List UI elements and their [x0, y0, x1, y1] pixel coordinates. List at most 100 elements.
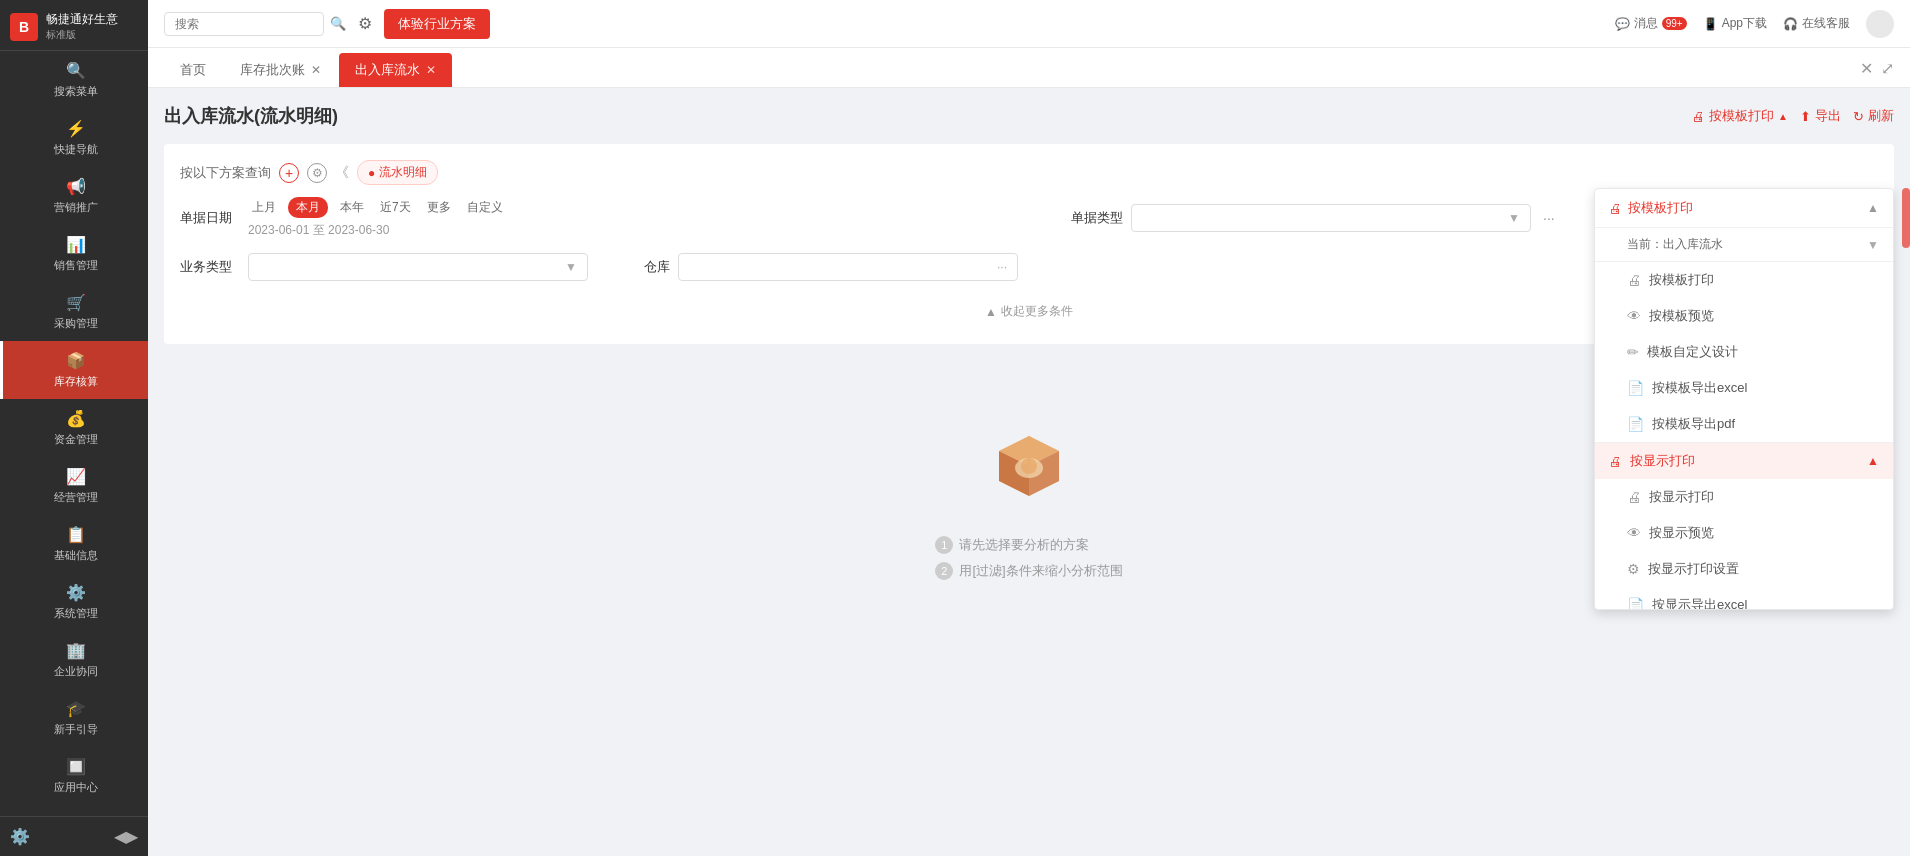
collapse-sidebar-icon[interactable]: ◀▶	[114, 827, 138, 846]
dropdown-item-template-pdf[interactable]: 📄 按模板导出pdf	[1595, 406, 1893, 442]
dropdown-item-template-preview[interactable]: 👁 按模板预览	[1595, 298, 1893, 334]
filter-collapse-icon[interactable]: 《	[335, 164, 349, 182]
sidebar-icon-finance: 💰	[66, 409, 86, 428]
template-preview-icon: 👁	[1627, 308, 1641, 324]
search-input[interactable]	[164, 12, 324, 36]
sidebar-item-search[interactable]: 🔍 搜索菜单	[0, 51, 148, 109]
sidebar-item-finance[interactable]: 💰 资金管理	[0, 399, 148, 457]
export-button[interactable]: ⬆ 导出	[1800, 107, 1841, 125]
display-print-settings-icon: ⚙	[1627, 561, 1640, 577]
sidebar-icon-operations: 📈	[66, 467, 86, 486]
app-brand: 畅捷通好生意 标准版	[46, 12, 118, 42]
user-avatar[interactable]	[1866, 10, 1894, 38]
filter-settings-circle-button[interactable]: ⚙	[307, 163, 327, 183]
tab-home-label: 首页	[180, 61, 206, 79]
tab-close-all-icon[interactable]: ✕	[1860, 58, 1873, 77]
dropdown-title-label: 按模板打印	[1628, 199, 1693, 217]
warehouse-select[interactable]: ···	[678, 253, 1018, 281]
dropdown-scroll: 🖨 按模板打印 ▲ 当前：出入库流水 ▼ 🖨 按模板打印	[1595, 189, 1893, 609]
date-filter-label: 单据日期	[180, 209, 232, 227]
filter-add-button[interactable]: +	[279, 163, 299, 183]
voucher-type-select[interactable]: ▼	[1131, 204, 1531, 232]
date-tab-7days[interactable]: 近7天	[376, 197, 415, 218]
tab-batch-account-close[interactable]: ✕	[311, 63, 321, 77]
sidebar-item-purchase[interactable]: 🛒 采购管理	[0, 283, 148, 341]
topbar: 🔍 ⚙ 体验行业方案 💬 消息 99+ 📱 App下载 🎧 在线客服	[148, 0, 1910, 48]
dropdown-item-display-excel[interactable]: 📄 按显示导出excel	[1595, 587, 1893, 609]
template-excel-label: 按模板导出excel	[1652, 379, 1747, 397]
condition-tag-label: 流水明细	[379, 164, 427, 181]
tab-maximize-icon[interactable]: ⤢	[1881, 58, 1894, 77]
sidebar-icon-apps: 🔲	[66, 757, 86, 776]
business-type-select[interactable]: ▼	[248, 253, 588, 281]
app-download-action[interactable]: 📱 App下载	[1703, 15, 1767, 32]
sidebar-item-wechat[interactable]: 💬 企业微信	[0, 805, 148, 816]
online-service-action[interactable]: 🎧 在线客服	[1783, 15, 1850, 32]
sidebar-item-basic[interactable]: 📋 基础信息	[0, 515, 148, 573]
sidebar-item-shortcut[interactable]: ⚡ 快捷导航	[0, 109, 148, 167]
dropdown-header-arrow[interactable]: ▲	[1867, 201, 1879, 215]
dropdown-item-template-print[interactable]: 🖨 按模板打印	[1595, 262, 1893, 298]
template-preview-label: 按模板预览	[1649, 307, 1714, 325]
business-type-arrow: ▼	[565, 260, 577, 274]
filter-query-label: 按以下方案查询	[180, 164, 271, 182]
sidebar-item-operations[interactable]: 📈 经营管理	[0, 457, 148, 515]
date-tab-more[interactable]: 更多	[423, 197, 455, 218]
print-dropdown-panel: 🖨 按模板打印 ▲ 当前：出入库流水 ▼ 🖨 按模板打印	[1594, 188, 1894, 610]
print-icon: 🖨	[1692, 109, 1705, 124]
sidebar-label-sales: 销售管理	[54, 258, 98, 273]
empty-step-1: 1 请先选择要分析的方案	[935, 532, 1122, 558]
sidebar-label-guide: 新手引导	[54, 722, 98, 737]
sidebar-item-system[interactable]: ⚙️ 系统管理	[0, 573, 148, 631]
sidebar-item-guide[interactable]: 🎓 新手引导	[0, 689, 148, 747]
step-2-label: 用[过滤]条件来缩小分析范围	[959, 558, 1122, 584]
brand-version: 标准版	[46, 28, 118, 42]
dropdown-item-template-excel[interactable]: 📄 按模板导出excel	[1595, 370, 1893, 406]
message-action[interactable]: 💬 消息 99+	[1615, 15, 1687, 32]
dropdown-item-template-custom[interactable]: ✏ 模板自定义设计	[1595, 334, 1893, 370]
topbar-gear-icon[interactable]: ⚙	[358, 14, 372, 33]
dropdown-current-item[interactable]: 当前：出入库流水 ▼	[1595, 228, 1893, 262]
app-download-icon: 📱	[1703, 17, 1718, 31]
condition-tag-icon: ●	[368, 166, 375, 180]
section-label-text: 按显示打印	[1630, 452, 1695, 470]
sidebar-item-inventory[interactable]: 📦 库存核算	[0, 341, 148, 399]
sidebar-label-apps: 应用中心	[54, 780, 98, 795]
print-button[interactable]: 🖨 按模板打印 ▲	[1692, 107, 1788, 125]
content-area: 出入库流水(流水明细) 🖨 按模板打印 ▲ ⬆ 导出 ↻ 刷新	[148, 88, 1910, 856]
date-range-display: 2023-06-01 至 2023-06-30	[248, 222, 1055, 239]
dropdown-item-display-print-settings[interactable]: ⚙ 按显示打印设置	[1595, 551, 1893, 587]
sidebar-item-sales[interactable]: 📊 销售管理	[0, 225, 148, 283]
date-tab-this-year[interactable]: 本年	[336, 197, 368, 218]
industry-solution-button[interactable]: 体验行业方案	[384, 9, 490, 39]
sidebar-item-enterprise[interactable]: 🏢 企业协同	[0, 631, 148, 689]
tab-stock-flow-close[interactable]: ✕	[426, 63, 436, 77]
display-preview-label: 按显示预览	[1649, 524, 1714, 542]
brand-name: 畅捷通好生意	[46, 12, 118, 28]
dropdown-item-display-print[interactable]: 🖨 按显示打印	[1595, 479, 1893, 515]
voucher-type-more-icon[interactable]: ···	[1543, 210, 1555, 226]
sidebar-label-operations: 经营管理	[54, 490, 98, 505]
settings-icon[interactable]: ⚙️	[10, 827, 30, 846]
sidebar-icon-sales: 📊	[66, 235, 86, 254]
dropdown-item-display-preview[interactable]: 👁 按显示预览	[1595, 515, 1893, 551]
headset-icon: 🎧	[1783, 17, 1798, 31]
display-print-settings-label: 按显示打印设置	[1648, 560, 1739, 578]
page-title: 出入库流水(流水明细)	[164, 104, 338, 128]
display-print-label: 按显示打印	[1649, 488, 1714, 506]
tab-home[interactable]: 首页	[164, 53, 222, 87]
warehouse-arrow: ···	[997, 260, 1007, 274]
date-tab-this-month[interactable]: 本月	[288, 197, 328, 218]
sidebar-item-marketing[interactable]: 📢 营销推广	[0, 167, 148, 225]
sidebar-label-inventory: 库存核算	[54, 374, 98, 389]
tab-stock-flow[interactable]: 出入库流水 ✕	[339, 53, 452, 87]
condition-tag[interactable]: ● 流水明细	[357, 160, 438, 185]
display-excel-label: 按显示导出excel	[1652, 596, 1747, 609]
sidebar-item-apps[interactable]: 🔲 应用中心	[0, 747, 148, 805]
message-icon: 💬	[1615, 17, 1630, 31]
date-tab-last-month[interactable]: 上月	[248, 197, 280, 218]
tab-batch-account[interactable]: 库存批次账 ✕	[224, 53, 337, 87]
dropdown-display-section[interactable]: 🖨 按显示打印 ▲	[1595, 443, 1893, 479]
refresh-button[interactable]: ↻ 刷新	[1853, 107, 1894, 125]
date-tab-custom[interactable]: 自定义	[463, 197, 507, 218]
